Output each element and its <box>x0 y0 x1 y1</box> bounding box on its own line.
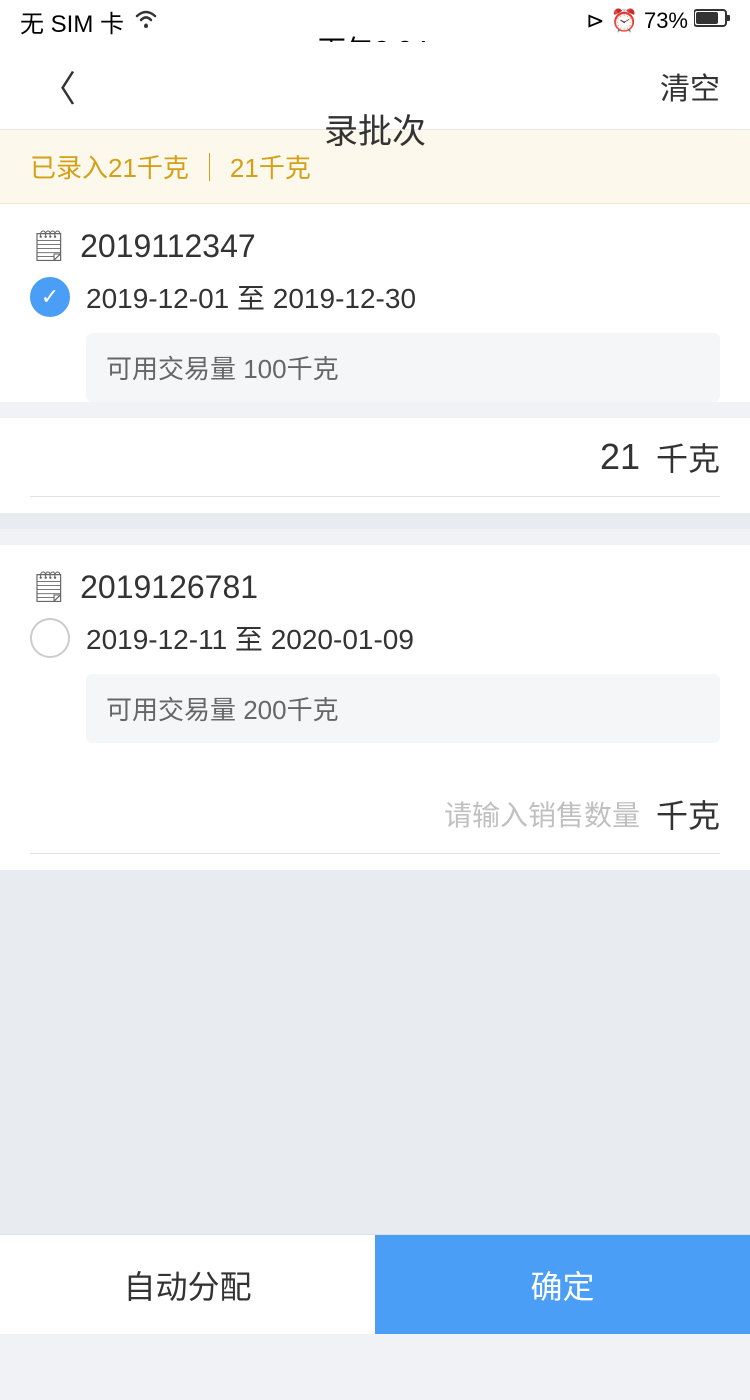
wifi-icon <box>132 7 160 36</box>
batch-2-id: 2019126781 <box>80 569 258 606</box>
confirm-button[interactable]: 确定 <box>375 1235 750 1334</box>
battery-icon <box>694 8 730 34</box>
auto-distribute-button[interactable]: 自动分配 <box>0 1235 375 1334</box>
batch-1-quantity-value: 21 <box>600 436 640 478</box>
batch-2-header: 🗒 2019126781 <box>30 569 720 606</box>
batch-2-icon: 🗒 <box>30 570 68 605</box>
batch-2-input-unit: 千克 <box>656 791 720 837</box>
section-separator <box>0 513 750 529</box>
batch-2-date: 2019-12-11 至 2020-01-09 <box>86 618 414 658</box>
recorded-value: 21千克 <box>230 148 311 185</box>
confirm-label: 确定 <box>530 1262 594 1308</box>
batch-1-radio[interactable] <box>30 277 70 317</box>
batch-1-icon: 🗒 <box>30 229 68 264</box>
status-bar: 无 SIM 卡 下午3:04 ⊳ ⏰ 73% <box>0 0 750 42</box>
batch-2-input-placeholder: 请输入销售数量 <box>444 794 640 834</box>
batch-2-input-row: 请输入销售数量 千克 <box>0 775 750 853</box>
back-button[interactable]: 〈 <box>30 50 86 122</box>
nav-bar: 〈 录批次 清空 <box>0 42 750 130</box>
nav-title: 录批次 <box>324 84 426 172</box>
batch-item-2: 🗒 2019126781 2019-12-11 至 2020-01-09 可用交… <box>0 545 750 870</box>
info-divider <box>209 153 210 181</box>
status-left: 无 SIM 卡 <box>20 4 160 39</box>
status-right: ⊳ ⏰ 73% <box>586 8 730 34</box>
recorded-label: 已录入21千克 <box>30 148 189 185</box>
batch-2-row: 2019-12-11 至 2020-01-09 <box>30 618 720 658</box>
batch-item-1: 🗒 2019112347 2019-12-01 至 2019-12-30 可用交… <box>0 204 750 402</box>
batch-1-id: 2019112347 <box>80 228 256 265</box>
bottom-bar: 自动分配 确定 <box>0 1234 750 1334</box>
batch-1-available: 可用交易量 100千克 <box>106 354 339 384</box>
batch-1-date: 2019-12-01 至 2019-12-30 <box>86 277 416 317</box>
alarm-icon: ⏰ <box>611 8 638 34</box>
batch-2-available-box: 可用交易量 200千克 <box>86 674 720 743</box>
batch-1-quantity-unit: 千克 <box>656 434 720 480</box>
batch-1-available-box: 可用交易量 100千克 <box>86 333 720 402</box>
batch-1-quantity-row: 21 千克 <box>0 418 750 496</box>
no-sim-text: 无 SIM 卡 <box>20 4 124 39</box>
location-icon: ⊳ <box>586 8 604 34</box>
batch-2-radio[interactable] <box>30 618 70 658</box>
auto-distribute-label: 自动分配 <box>123 1262 251 1308</box>
battery-text: 73% <box>644 8 688 34</box>
clear-button[interactable]: 清空 <box>660 64 720 108</box>
batch-1-row: 2019-12-01 至 2019-12-30 <box>30 277 720 317</box>
batch-1-quantity-section: 21 千克 <box>0 418 750 513</box>
batch-1-header: 🗒 2019112347 <box>30 228 720 265</box>
batch-2-available: 可用交易量 200千克 <box>106 695 339 725</box>
